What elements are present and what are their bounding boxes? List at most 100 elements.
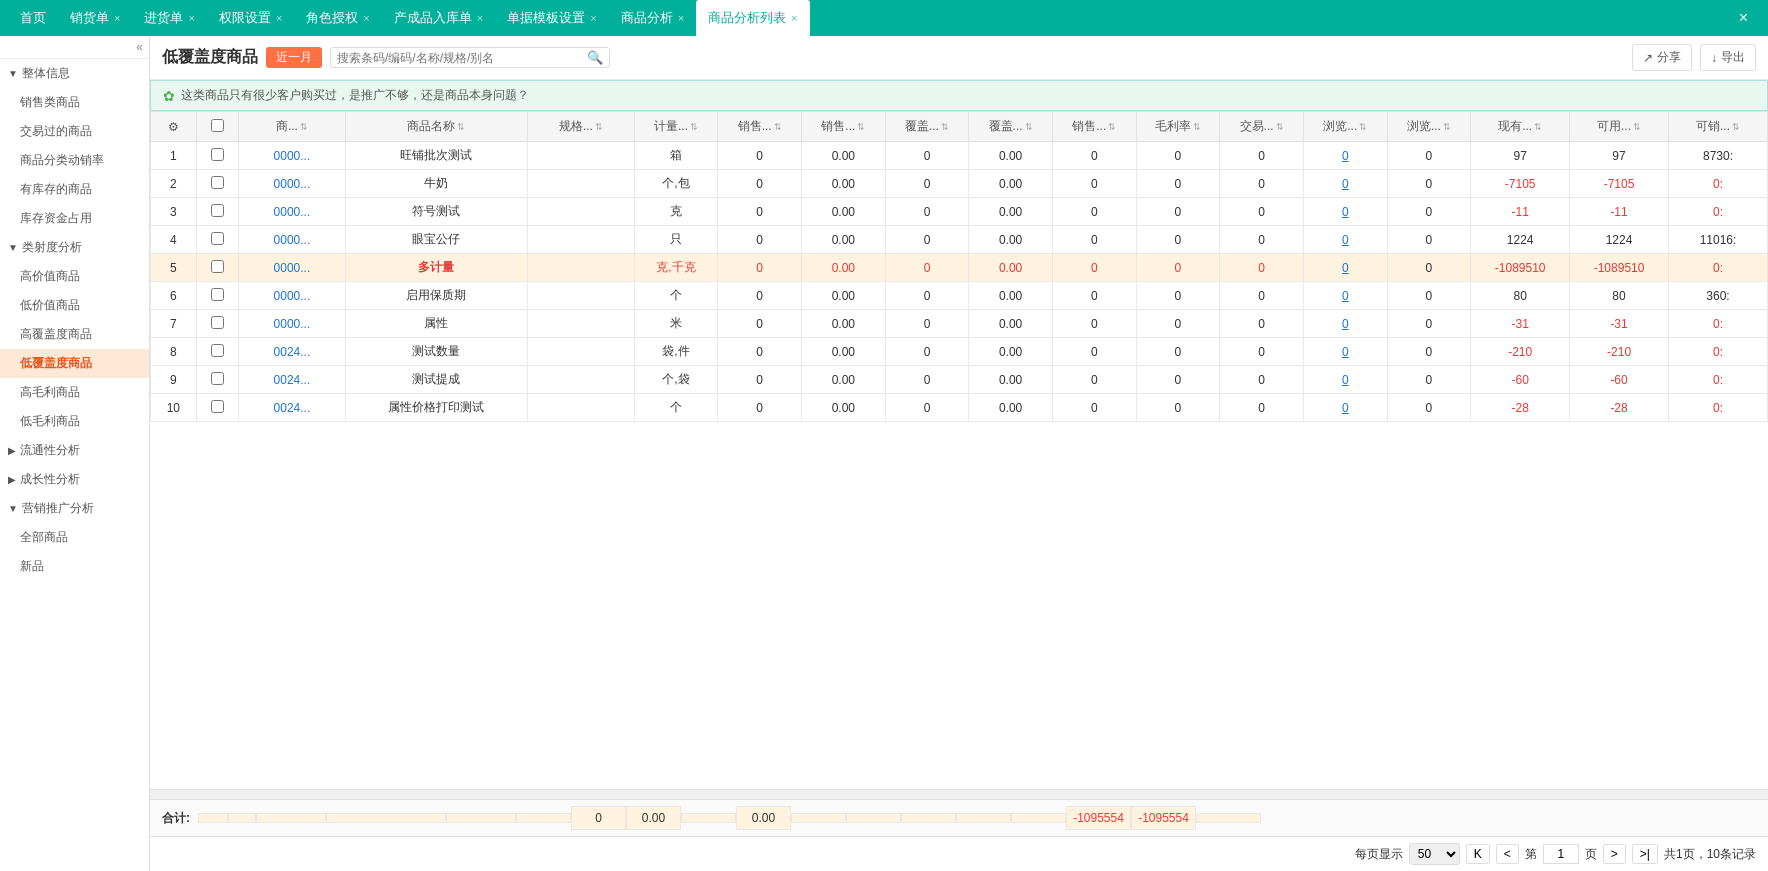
table-row: 8 0024... 测试数量 袋,件 0 0.00 0 0.00 0 0 0 0… — [151, 338, 1768, 366]
expand-icon: ▼ — [8, 242, 18, 253]
column-spec[interactable]: 规格...⇅ — [528, 112, 634, 142]
expand-icon: ▼ — [8, 503, 18, 514]
last-page-button[interactable]: >| — [1632, 844, 1658, 864]
prev-page-button[interactable]: < — [1496, 844, 1519, 864]
sidebar-item-high-coverage[interactable]: 高覆盖度商品 — [0, 320, 149, 349]
close-icon[interactable]: × — [276, 12, 282, 24]
column-stock1[interactable]: 现有...⇅ — [1471, 112, 1570, 142]
nav-item-home[interactable]: 首页 — [8, 0, 58, 36]
column-unit[interactable]: 计量...⇅ — [634, 112, 718, 142]
close-icon[interactable]: × — [114, 12, 120, 24]
content-header: 低覆盖度商品 近一月 🔍 ↗ 分享 ↓ 导出 — [150, 36, 1768, 80]
info-banner: ✿ 这类商品只有很少客户购买过，是推广不够，还是商品本身问题？ — [150, 80, 1768, 111]
sidebar-section-marketing[interactable]: ▼ 营销推广分析 — [0, 494, 149, 523]
search-icon[interactable]: 🔍 — [587, 50, 603, 65]
column-name[interactable]: 商品名称⇅ — [345, 112, 528, 142]
sidebar-item-low-coverage[interactable]: 低覆盖度商品 — [0, 349, 149, 378]
sidebar-section-growth[interactable]: ▶ 成长性分析 — [0, 465, 149, 494]
table-row: 1 0000... 旺铺批次测试 箱 0 0.00 0 0.00 0 0 0 0… — [151, 142, 1768, 170]
row-checkbox[interactable] — [211, 316, 224, 329]
nav-item-permission[interactable]: 权限设置 × — [207, 0, 294, 36]
per-page-select[interactable]: 50 20 100 — [1409, 843, 1460, 865]
expand-icon: ▼ — [8, 68, 18, 79]
sidebar-item-traded-goods[interactable]: 交易过的商品 — [0, 117, 149, 146]
column-browse2[interactable]: 浏览...⇅ — [1387, 112, 1471, 142]
row-checkbox[interactable] — [211, 344, 224, 357]
share-button[interactable]: ↗ 分享 — [1632, 44, 1692, 71]
nav-item-role[interactable]: 角色授权 × — [294, 0, 381, 36]
close-icon[interactable]: × — [363, 12, 369, 24]
first-page-button[interactable]: K — [1466, 844, 1490, 864]
nav-item-analysis[interactable]: 商品分析 × — [609, 0, 696, 36]
info-icon: ✿ — [163, 88, 175, 104]
row-checkbox[interactable] — [211, 204, 224, 217]
sidebar-item-stock-goods[interactable]: 有库存的商品 — [0, 175, 149, 204]
data-table: ⚙ 商...⇅ 商品名称⇅ 规格...⇅ 计量...⇅ 销售...⇅ 销售...… — [150, 111, 1768, 422]
column-sales3[interactable]: 销售...⇅ — [1052, 112, 1136, 142]
column-margin[interactable]: 毛利率⇅ — [1136, 112, 1220, 142]
date-filter-button[interactable]: 近一月 — [266, 47, 322, 68]
nav-item-purchase[interactable]: 进货单 × — [132, 0, 206, 36]
next-page-button[interactable]: > — [1603, 844, 1626, 864]
window-close-button[interactable]: × — [1727, 9, 1760, 27]
row-checkbox[interactable] — [211, 176, 224, 189]
nav-item-sales[interactable]: 销货单 × — [58, 0, 132, 36]
sidebar-section-overview[interactable]: ▼ 整体信息 — [0, 59, 149, 88]
row-checkbox[interactable] — [211, 260, 224, 273]
search-box: 🔍 — [330, 47, 610, 68]
column-checkbox[interactable] — [196, 112, 239, 142]
top-navigation: 首页 销货单 × 进货单 × 权限设置 × 角色授权 × 产成品入库单 × 单据… — [0, 0, 1768, 36]
search-input[interactable] — [337, 51, 587, 65]
row-checkbox[interactable] — [211, 232, 224, 245]
column-stock2[interactable]: 可用...⇅ — [1570, 112, 1669, 142]
close-icon[interactable]: × — [188, 12, 194, 24]
row-checkbox[interactable] — [211, 372, 224, 385]
sidebar-item-capital[interactable]: 库存资金占用 — [0, 204, 149, 233]
close-icon[interactable]: × — [678, 12, 684, 24]
select-all-checkbox[interactable] — [211, 119, 224, 132]
nav-item-analysis-list[interactable]: 商品分析列表 × — [696, 0, 809, 36]
content-area: 低覆盖度商品 近一月 🔍 ↗ 分享 ↓ 导出 ✿ 这类商品 — [150, 36, 1768, 871]
column-sales1[interactable]: 销售...⇅ — [718, 112, 802, 142]
total-info: 共1页，10条记录 — [1664, 846, 1756, 863]
column-coverage1[interactable]: 覆盖...⇅ — [885, 112, 969, 142]
pagination-bar: 每页显示 50 20 100 K < 第 页 > >| 共1页，10条记录 — [150, 836, 1768, 871]
nav-item-template[interactable]: 单据模板设置 × — [495, 0, 608, 36]
sidebar-item-category-rate[interactable]: 商品分类动销率 — [0, 146, 149, 175]
sidebar-section-flow[interactable]: ▶ 流通性分析 — [0, 436, 149, 465]
sidebar-collapse-btn[interactable]: « — [136, 40, 143, 54]
column-settings[interactable]: ⚙ — [151, 112, 197, 142]
sidebar-item-sales-goods[interactable]: 销售类商品 — [0, 88, 149, 117]
table-row: 6 0000... 启用保质期 个 0 0.00 0 0.00 0 0 0 0 … — [151, 282, 1768, 310]
sidebar-item-new-goods[interactable]: 新品 — [0, 552, 149, 581]
sidebar-item-low-margin[interactable]: 低毛利商品 — [0, 407, 149, 436]
sidebar-item-high-value[interactable]: 高价值商品 — [0, 262, 149, 291]
export-icon: ↓ — [1711, 51, 1717, 65]
close-icon[interactable]: × — [590, 12, 596, 24]
column-browse1[interactable]: 浏览...⇅ — [1303, 112, 1387, 142]
column-code[interactable]: 商...⇅ — [239, 112, 345, 142]
column-sales2[interactable]: 销售...⇅ — [801, 112, 885, 142]
nav-item-warehouse[interactable]: 产成品入库单 × — [382, 0, 495, 36]
expand-icon: ▶ — [8, 474, 16, 485]
export-button[interactable]: ↓ 导出 — [1700, 44, 1756, 71]
horizontal-scrollbar[interactable] — [150, 789, 1768, 799]
close-icon[interactable]: × — [477, 12, 483, 24]
sidebar-item-high-margin[interactable]: 高毛利商品 — [0, 378, 149, 407]
expand-icon: ▶ — [8, 445, 16, 456]
total-label: 合计: — [162, 810, 190, 827]
sidebar-item-all-goods[interactable]: 全部商品 — [0, 523, 149, 552]
sidebar-section-coverage[interactable]: ▼ 类射度分析 — [0, 233, 149, 262]
table-row: 7 0000... 属性 米 0 0.00 0 0.00 0 0 0 0 0 -… — [151, 310, 1768, 338]
table-row: 2 0000... 牛奶 个,包 0 0.00 0 0.00 0 0 0 0 0… — [151, 170, 1768, 198]
close-icon[interactable]: × — [791, 12, 797, 24]
column-trade[interactable]: 交易...⇅ — [1220, 112, 1304, 142]
sidebar-item-low-value[interactable]: 低价值商品 — [0, 291, 149, 320]
row-checkbox[interactable] — [211, 288, 224, 301]
row-checkbox[interactable] — [211, 400, 224, 413]
column-coverage2[interactable]: 覆盖...⇅ — [969, 112, 1053, 142]
page-number-input[interactable] — [1543, 844, 1579, 864]
table-header-row: ⚙ 商...⇅ 商品名称⇅ 规格...⇅ 计量...⇅ 销售...⇅ 销售...… — [151, 112, 1768, 142]
column-stock3[interactable]: 可销...⇅ — [1668, 112, 1767, 142]
row-checkbox[interactable] — [211, 148, 224, 161]
